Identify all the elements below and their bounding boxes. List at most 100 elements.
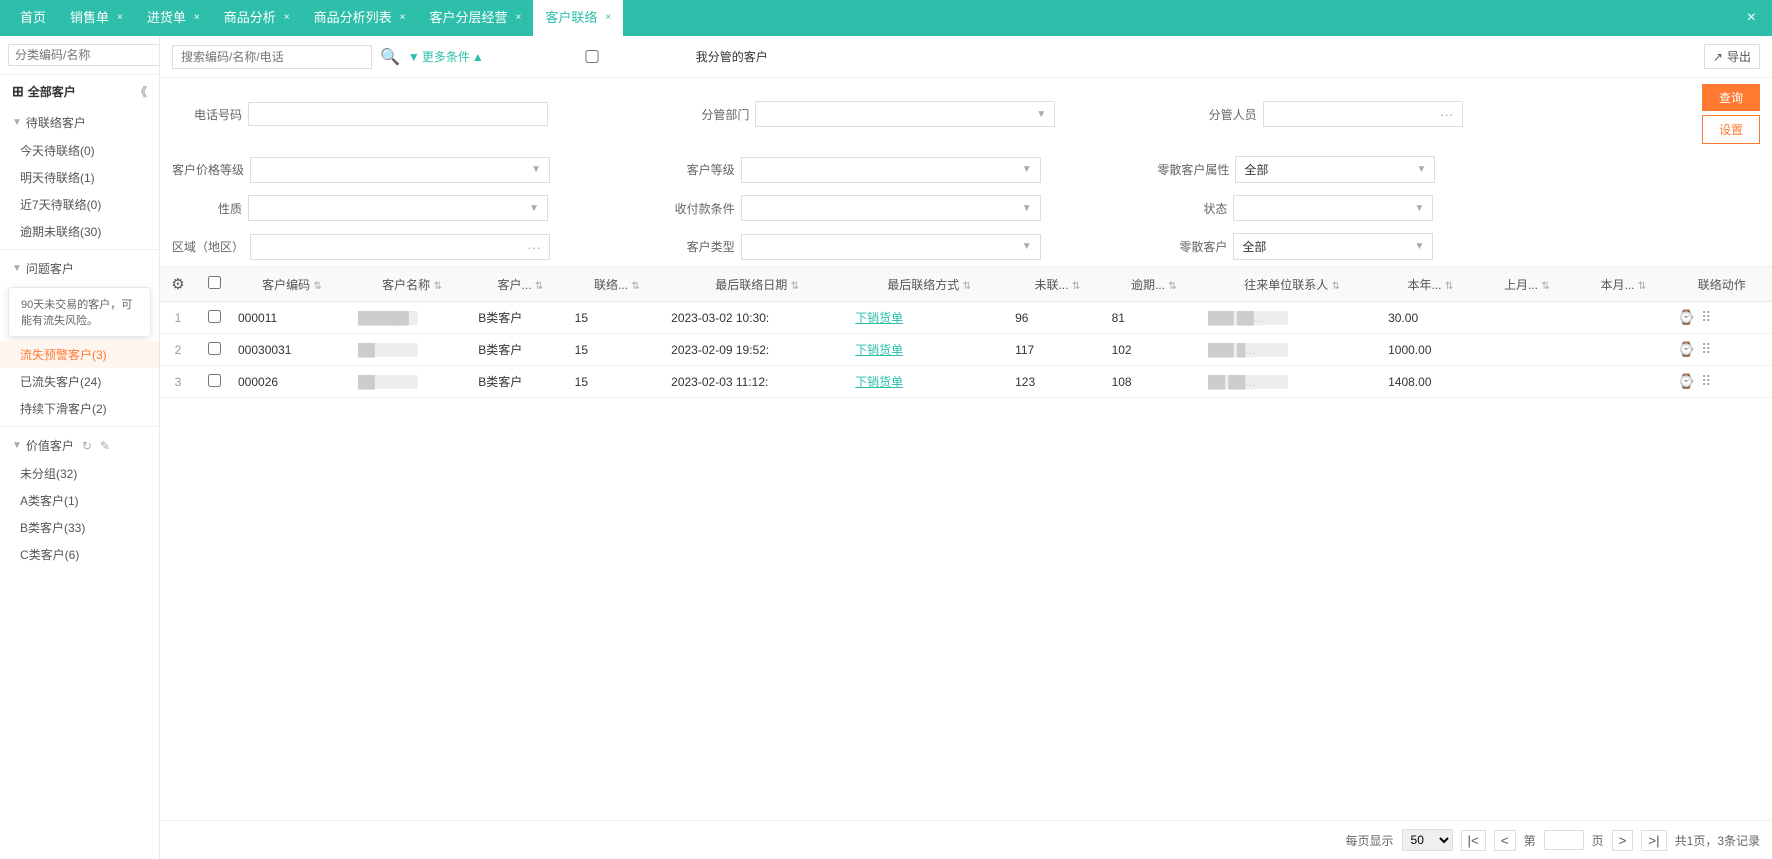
sidebar-item-overdue[interactable]: 逾期未联络(30): [0, 218, 159, 245]
sort-icon[interactable]: ⇅: [1168, 281, 1176, 292]
sort-icon[interactable]: ⇅: [631, 281, 639, 292]
sort-icon[interactable]: ⇅: [1638, 281, 1646, 292]
sidebar-item-today[interactable]: 今天待联络(0): [0, 137, 159, 164]
nav-tab-customer-mgmt[interactable]: 客户分层经营 ×: [417, 0, 533, 36]
contact-method-link[interactable]: 下销货单: [855, 343, 903, 357]
sidebar-item-class-c[interactable]: C类客户(6): [0, 541, 159, 568]
nav-tab-sales[interactable]: 销售单 ×: [58, 0, 135, 36]
filter-retail-customer: 零散客户 全部 ▼: [1157, 233, 1642, 260]
arrow-icon: ▼: [12, 263, 22, 274]
sort-icon[interactable]: ⇅: [434, 281, 442, 292]
filter-row-3: 性质 ▼ 收付款条件 ▼ 状态: [160, 189, 1772, 227]
more-filter-btn[interactable]: ▼ 更多条件 ▲: [408, 48, 484, 65]
sidebar-group-value-header[interactable]: ▼ 价值客户 ↻ ✎: [0, 431, 159, 460]
close-customer-contact-tab[interactable]: ×: [605, 0, 611, 36]
sidebar-group-pending: ▼ 待联络客户 今天待联络(0) 明天待联络(1) 近7天待联络(0) 逾期未联…: [0, 108, 159, 245]
nav-tab-analysis[interactable]: 商品分析 ×: [212, 0, 302, 36]
sidebar-item-7days[interactable]: 近7天待联络(0): [0, 191, 159, 218]
cell-last-month: [1479, 302, 1575, 334]
chevron-up-icon: ▲: [472, 50, 484, 64]
sort-icon[interactable]: ⇅: [1072, 281, 1080, 292]
prev-page-btn[interactable]: <: [1494, 830, 1516, 851]
close-analysis-tab[interactable]: ×: [284, 0, 290, 36]
my-customers-checkbox[interactable]: [492, 50, 692, 63]
sidebar-item-class-b[interactable]: B类客户(33): [0, 514, 159, 541]
sort-icon[interactable]: ⇅: [1541, 281, 1549, 292]
sidebar-item-declining[interactable]: 持续下滑客户(2): [0, 395, 159, 422]
close-sales-tab[interactable]: ×: [117, 0, 123, 36]
sort-icon[interactable]: ⇅: [535, 281, 543, 292]
table-header-row: ⚙ 客户编码 ⇅ 客户名称 ⇅ 客户... ⇅ 联络... ⇅ 最后联络日期 ⇅…: [160, 267, 1772, 302]
main-search-input[interactable]: [172, 45, 372, 69]
filter-customer-type-select[interactable]: ▼: [741, 234, 1041, 260]
sort-icon[interactable]: ⇅: [963, 281, 971, 292]
contact-action-icon[interactable]: ⌚: [1678, 309, 1695, 326]
table-settings-icon[interactable]: ⚙: [171, 276, 184, 293]
sidebar-item-class-a[interactable]: A类客户(1): [0, 487, 159, 514]
nav-home[interactable]: 首页: [8, 0, 58, 36]
export-btn[interactable]: ↗ 导出: [1704, 44, 1760, 69]
filter-nature-select[interactable]: ▼: [248, 195, 548, 221]
edit-icon[interactable]: ✎: [100, 439, 110, 453]
main-search-btn[interactable]: 🔍: [380, 47, 400, 67]
sort-icon[interactable]: ⇅: [1445, 281, 1453, 292]
row-checkbox[interactable]: [208, 342, 221, 355]
more-options-icon[interactable]: ···: [1440, 106, 1454, 122]
nav-tab-analysis-list[interactable]: 商品分析列表 ×: [302, 0, 418, 36]
per-page-select[interactable]: 50 100: [1402, 829, 1453, 851]
row-checkbox[interactable]: [208, 310, 221, 323]
window-close-btn[interactable]: ×: [1739, 9, 1764, 27]
contact-method-link[interactable]: 下销货单: [855, 311, 903, 325]
next-page-btn[interactable]: >: [1612, 830, 1634, 851]
nav-tab-customer-contact[interactable]: 客户联络 ×: [533, 0, 623, 36]
sort-icon[interactable]: ⇅: [1332, 281, 1340, 292]
sidebar-all-customers[interactable]: ⊞ 全部客户 《: [0, 75, 159, 108]
sidebar-item-tomorrow[interactable]: 明天待联络(1): [0, 164, 159, 191]
filter-customer-level-select[interactable]: ▼: [741, 157, 1041, 183]
page-number-input[interactable]: 1: [1544, 830, 1584, 850]
contact-action-icon[interactable]: ⌚: [1678, 373, 1695, 390]
nav-tab-purchase[interactable]: 进货单 ×: [135, 0, 212, 36]
cell-last-month: [1479, 334, 1575, 366]
sidebar-item-churn-warning[interactable]: 流失预警客户(3): [0, 341, 159, 368]
more-action-icon[interactable]: ⠿: [1701, 373, 1711, 390]
contact-method-link[interactable]: 下销货单: [855, 375, 903, 389]
filter-region-select[interactable]: ···: [250, 234, 550, 260]
close-analysis-list-tab[interactable]: ×: [400, 0, 406, 36]
filter-manager-select[interactable]: ···: [1263, 101, 1463, 127]
filter-dept-select[interactable]: ▼: [755, 101, 1055, 127]
filter-retail-attr-select[interactable]: 全部 ▼: [1235, 156, 1435, 183]
more-action-icon[interactable]: ⠿: [1701, 309, 1711, 326]
tooltip-churn-risk: 90天未交易的客户，可能有流失风险。: [8, 287, 151, 337]
more-action-icon[interactable]: ⠿: [1701, 341, 1711, 358]
row-checkbox[interactable]: [208, 374, 221, 387]
chevron-down-icon: ▼: [1022, 203, 1032, 214]
query-btn[interactable]: 查询: [1702, 84, 1760, 111]
more-options-icon[interactable]: ···: [527, 239, 541, 255]
filter-payment-select[interactable]: ▼: [741, 195, 1041, 221]
filter-price-level-select[interactable]: ▼: [250, 157, 550, 183]
contact-action-icon[interactable]: ⌚: [1678, 341, 1695, 358]
current-page-label: 第: [1524, 832, 1536, 849]
filter-retail-customer-select[interactable]: 全部 ▼: [1233, 233, 1433, 260]
filter-row-2: 客户价格等级 ▼ 客户等级 ▼ 零散客户属性: [160, 150, 1772, 189]
my-customers-checkbox-label[interactable]: 我分管的客户: [492, 48, 768, 65]
sort-icon[interactable]: ⇅: [313, 281, 321, 292]
filter-status: 状态 ▼: [1157, 195, 1642, 221]
filter-phone-input[interactable]: [248, 102, 548, 126]
sidebar-search-input[interactable]: [8, 44, 160, 66]
sidebar: 🔍 ⊞ 全部客户 《 ▼ 待联络客户 今天待联络(0) 明天待联络(1) 近7天…: [0, 36, 160, 859]
refresh-icon[interactable]: ↻: [82, 439, 92, 453]
sort-icon[interactable]: ⇅: [791, 281, 799, 292]
sidebar-item-ungrouped[interactable]: 未分组(32): [0, 460, 159, 487]
sidebar-group-problem-header[interactable]: ▼ 问题客户: [0, 254, 159, 283]
select-all-checkbox[interactable]: [208, 276, 221, 289]
sidebar-item-churned[interactable]: 已流失客户(24): [0, 368, 159, 395]
settings-btn[interactable]: 设置: [1702, 115, 1760, 144]
last-page-btn[interactable]: >|: [1641, 830, 1666, 851]
filter-status-select[interactable]: ▼: [1233, 195, 1433, 221]
close-purchase-tab[interactable]: ×: [194, 0, 200, 36]
close-customer-mgmt-tab[interactable]: ×: [515, 0, 521, 36]
first-page-btn[interactable]: |<: [1461, 830, 1486, 851]
sidebar-group-pending-header[interactable]: ▼ 待联络客户: [0, 108, 159, 137]
